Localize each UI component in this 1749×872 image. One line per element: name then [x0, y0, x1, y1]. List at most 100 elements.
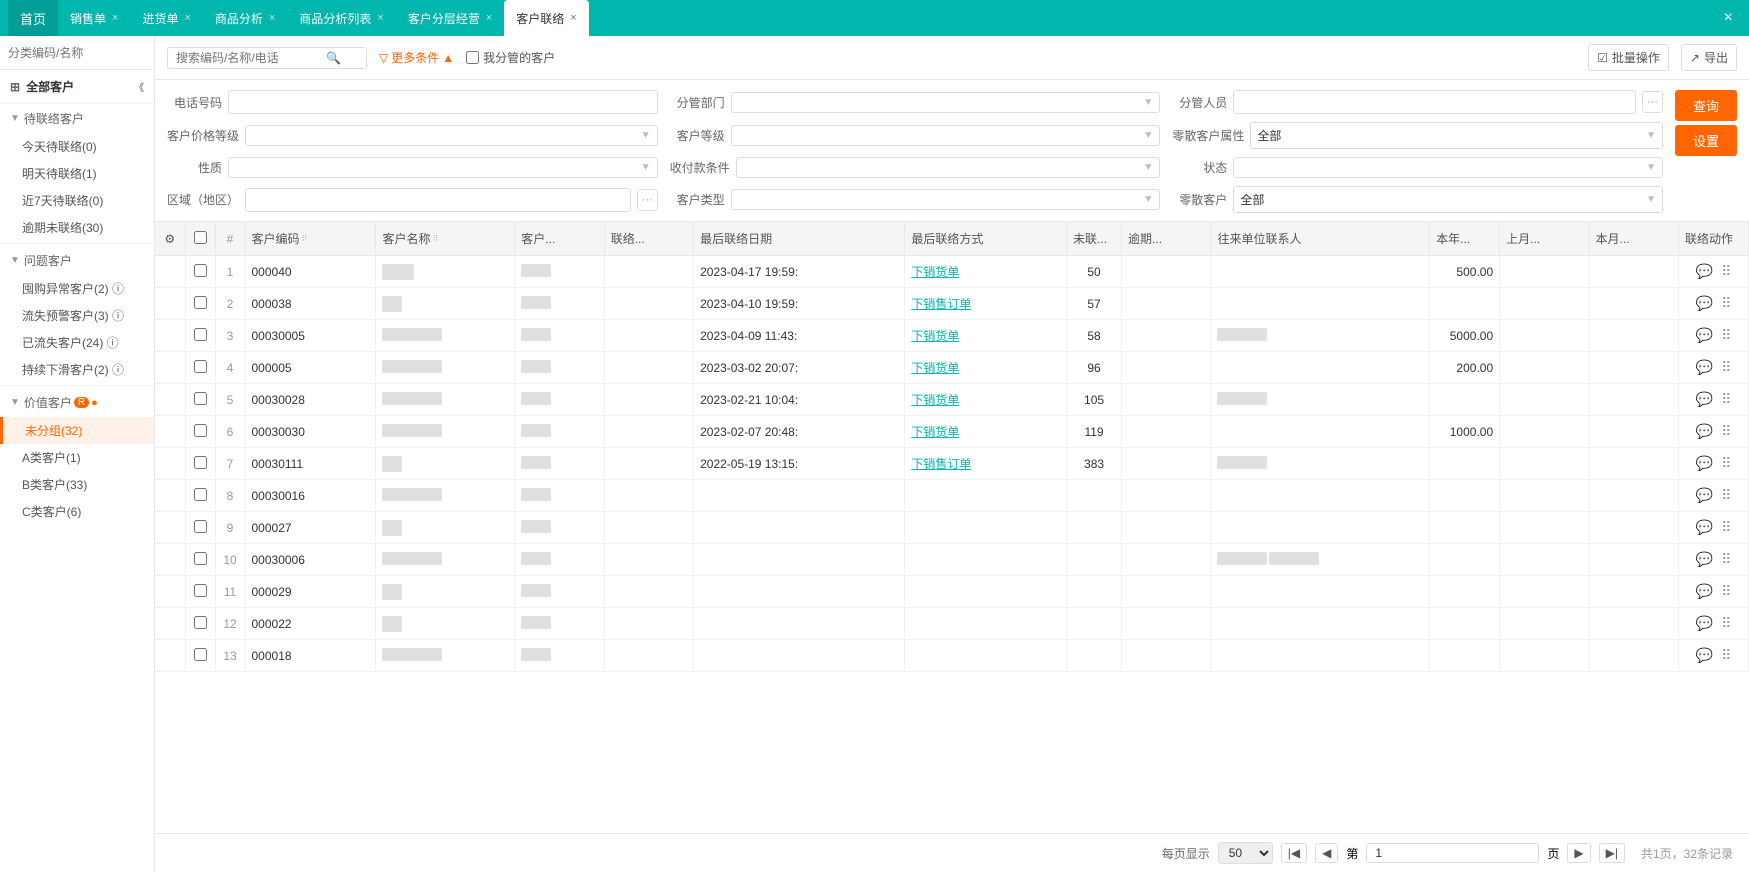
section-problem-customers[interactable]: ▼ 问题客户 — [0, 246, 154, 275]
more-action-icon[interactable]: ⠿ — [1721, 327, 1731, 344]
search-icon-main[interactable]: 🔍 — [326, 51, 341, 65]
query-button[interactable]: 查询 — [1675, 90, 1737, 121]
my-customers-check[interactable] — [466, 51, 479, 64]
sidebar-item-churned[interactable]: 已流失客户(24) ⓘ — [0, 329, 154, 356]
phone-input-field[interactable] — [235, 95, 651, 109]
filter-phone-input[interactable] — [228, 90, 658, 114]
filter-nature-select[interactable]: ▼ — [228, 157, 658, 178]
page-size-select[interactable]: 50 100 — [1218, 842, 1273, 864]
td-way[interactable]: 下销货单 — [905, 256, 1067, 288]
more-action-icon[interactable]: ⠿ — [1721, 519, 1731, 536]
row-checkbox[interactable] — [194, 552, 207, 565]
more-action-icon[interactable]: ⠿ — [1721, 263, 1731, 280]
window-close-button[interactable]: × — [1716, 9, 1741, 27]
td-checkbox[interactable] — [185, 480, 215, 512]
prev-page-btn[interactable]: ◀ — [1315, 843, 1338, 863]
message-icon[interactable]: 💬 — [1696, 327, 1713, 344]
last-way-link[interactable]: 下销货单 — [911, 393, 959, 407]
select-all-checkbox[interactable] — [194, 231, 207, 244]
message-icon[interactable]: 💬 — [1696, 615, 1713, 632]
sidebar-item-churn-warning[interactable]: 流失预警客户(3) ⓘ — [0, 302, 154, 329]
person-input-field[interactable] — [1240, 95, 1629, 109]
nav-tab-sales[interactable]: 销售单 × — [58, 0, 130, 36]
td-checkbox[interactable] — [185, 608, 215, 640]
current-page-input[interactable] — [1366, 843, 1539, 863]
nav-tab-analysis[interactable]: 商品分析 × — [203, 0, 287, 36]
more-action-icon[interactable]: ⠿ — [1721, 551, 1731, 568]
more-action-icon[interactable]: ⠿ — [1721, 391, 1731, 408]
nav-tab-analysis-list[interactable]: 商品分析列表 × — [287, 0, 395, 36]
td-way[interactable]: 下销货单 — [905, 384, 1067, 416]
more-action-icon[interactable]: ⠿ — [1721, 615, 1731, 632]
message-icon[interactable]: 💬 — [1696, 519, 1713, 536]
td-way[interactable]: 下销货单 — [905, 352, 1067, 384]
td-checkbox[interactable] — [185, 352, 215, 384]
sidebar-item-7days[interactable]: 近7天待联络(0) — [0, 187, 154, 214]
filter-price-select[interactable]: ▼ — [245, 125, 658, 146]
close-sales-tab[interactable]: × — [112, 12, 118, 24]
td-way[interactable]: 下销售订单 — [905, 288, 1067, 320]
td-checkbox[interactable] — [185, 544, 215, 576]
close-analysis-tab[interactable]: × — [269, 12, 275, 24]
filter-level-select[interactable]: ▼ — [731, 125, 1161, 146]
more-action-icon[interactable]: ⠿ — [1721, 647, 1731, 664]
col-settings[interactable]: ⚙ — [155, 222, 185, 256]
close-purchase-tab[interactable]: × — [184, 12, 190, 24]
last-way-link[interactable]: 下销货单 — [911, 361, 959, 375]
more-action-icon[interactable]: ⠿ — [1721, 359, 1731, 376]
row-checkbox[interactable] — [194, 328, 207, 341]
close-analysis-list-tab[interactable]: × — [377, 12, 383, 24]
row-checkbox[interactable] — [194, 456, 207, 469]
nav-tab-customer-contact[interactable]: 客户联络 × — [504, 0, 588, 36]
nav-home[interactable]: 首页 — [8, 0, 58, 36]
message-icon[interactable]: 💬 — [1696, 583, 1713, 600]
my-customers-checkbox[interactable]: 我分管的客户 — [466, 49, 555, 66]
filter-dept-select[interactable]: ▼ — [731, 92, 1161, 113]
message-icon[interactable]: 💬 — [1696, 551, 1713, 568]
row-checkbox[interactable] — [194, 264, 207, 277]
filter-type-select[interactable]: ▼ — [731, 189, 1161, 210]
section-pending-contact[interactable]: ▼ 待联络客户 — [0, 104, 154, 133]
message-icon[interactable]: 💬 — [1696, 455, 1713, 472]
filter-more-btn[interactable]: ▽ 更多条件 ▲ — [379, 49, 454, 66]
col-checkbox-header[interactable] — [185, 222, 215, 256]
td-checkbox[interactable] — [185, 576, 215, 608]
sidebar-item-ungroups[interactable]: 未分组(32) — [0, 417, 154, 444]
td-checkbox[interactable] — [185, 256, 215, 288]
export-btn[interactable]: ↗ 导出 — [1681, 44, 1737, 71]
more-action-icon[interactable]: ⠿ — [1721, 455, 1731, 472]
filter-payment-select[interactable]: ▼ — [736, 157, 1161, 178]
sidebar-item-class-a[interactable]: A类客户(1) — [0, 444, 154, 471]
more-action-icon[interactable]: ⠿ — [1721, 583, 1731, 600]
sidebar-item-class-b[interactable]: B类客户(33) — [0, 471, 154, 498]
reset-button[interactable]: 设置 — [1675, 125, 1737, 156]
sidebar-item-overdue[interactable]: 逾期未联络(30) — [0, 214, 154, 241]
more-action-icon[interactable]: ⠿ — [1721, 423, 1731, 440]
message-icon[interactable]: 💬 — [1696, 391, 1713, 408]
last-way-link[interactable]: 下销货单 — [911, 265, 959, 279]
last-page-btn[interactable]: ▶| — [1599, 843, 1625, 863]
td-checkbox[interactable] — [185, 640, 215, 672]
row-checkbox[interactable] — [194, 520, 207, 533]
message-icon[interactable]: 💬 — [1696, 295, 1713, 312]
sidebar-item-declining[interactable]: 持续下滑客户(2) ⓘ — [0, 356, 154, 383]
row-checkbox[interactable] — [194, 296, 207, 309]
close-contact-tab[interactable]: × — [570, 12, 576, 24]
last-way-link[interactable]: 下销售订单 — [911, 297, 971, 311]
sidebar-item-class-c[interactable]: C类客户(6) — [0, 498, 154, 525]
message-icon[interactable]: 💬 — [1696, 647, 1713, 664]
close-segment-tab[interactable]: × — [486, 12, 492, 24]
td-way[interactable]: 下销售订单 — [905, 448, 1067, 480]
message-icon[interactable]: 💬 — [1696, 359, 1713, 376]
more-action-icon[interactable]: ⠿ — [1721, 295, 1731, 312]
region-input-field[interactable] — [252, 193, 624, 207]
nav-tab-purchase[interactable]: 进货单 × — [130, 0, 202, 36]
row-checkbox[interactable] — [194, 488, 207, 501]
row-checkbox[interactable] — [194, 648, 207, 661]
message-icon[interactable]: 💬 — [1696, 423, 1713, 440]
td-way[interactable] — [905, 608, 1067, 640]
td-way[interactable]: 下销货单 — [905, 416, 1067, 448]
td-way[interactable] — [905, 640, 1067, 672]
filter-person-input[interactable] — [1233, 90, 1636, 114]
row-checkbox[interactable] — [194, 584, 207, 597]
